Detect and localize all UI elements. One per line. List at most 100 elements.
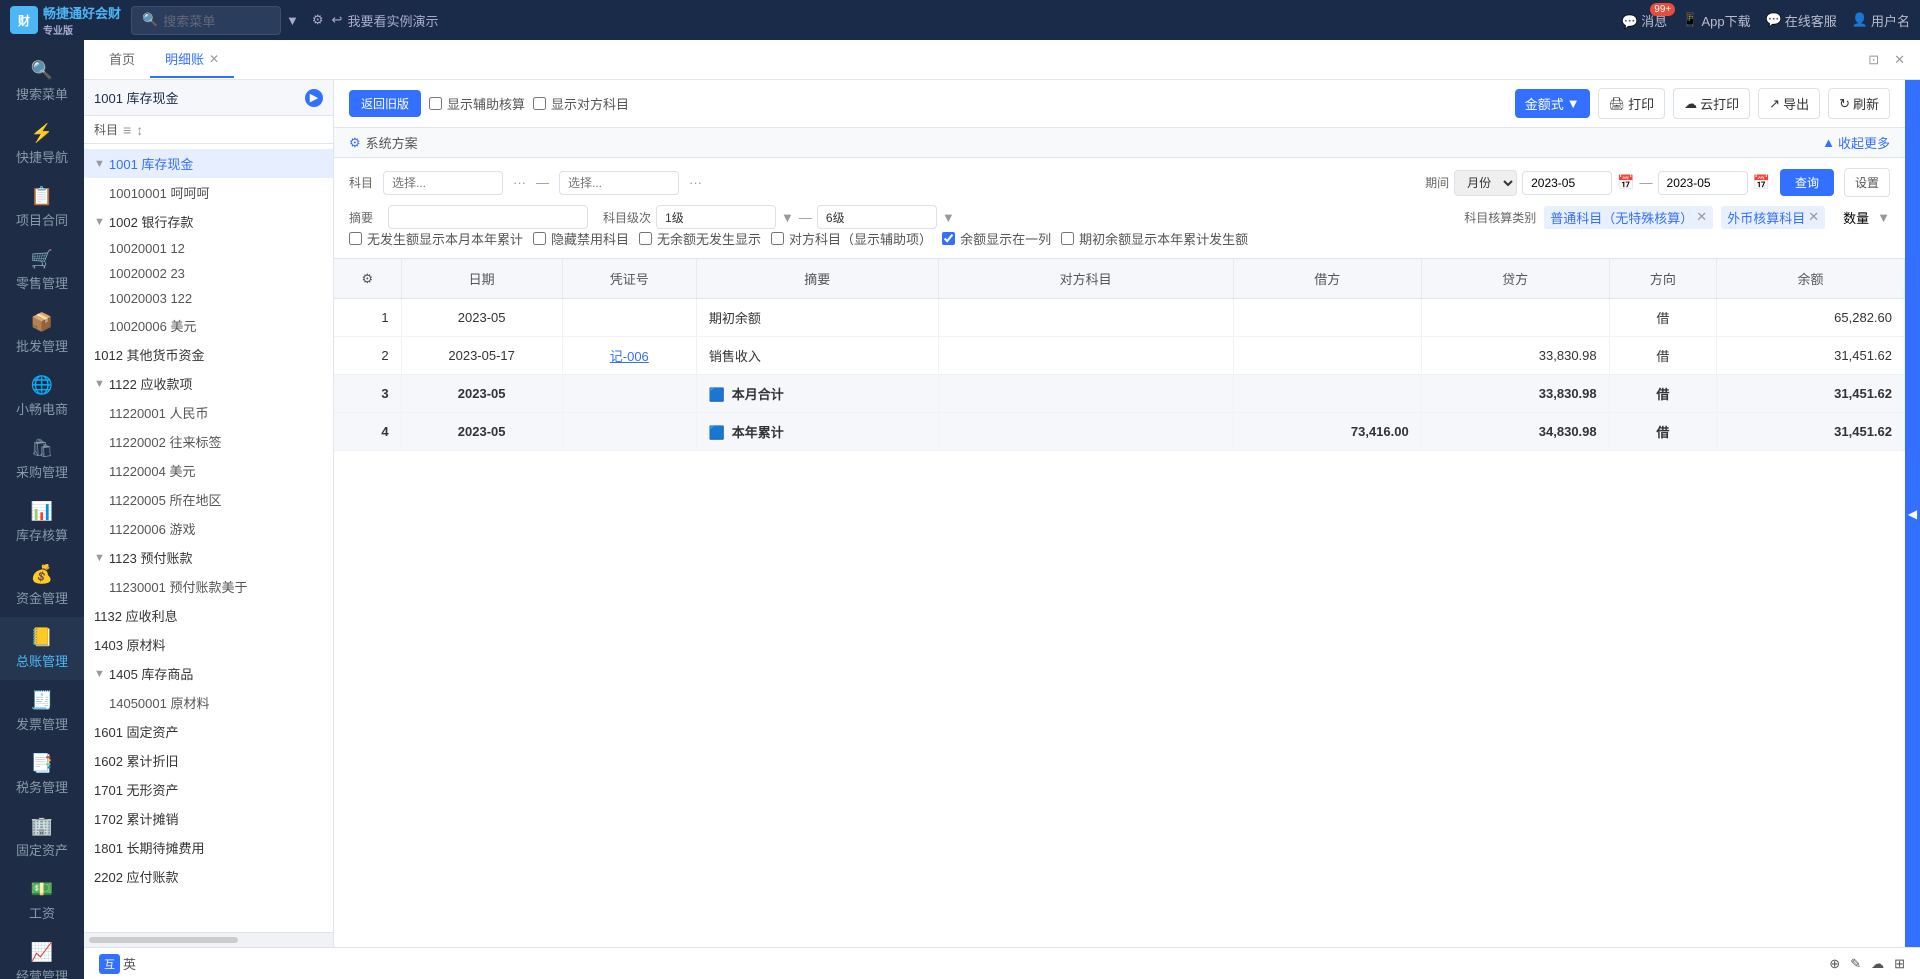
tree-item-1701[interactable]: 1701 无形资产 (84, 775, 333, 804)
tree-item-10020003[interactable]: 10020003 122 (84, 286, 333, 311)
filter-scheme-label: 系统方案 (366, 133, 418, 152)
tree-item-11230001[interactable]: 11230001 预付账款美于 (84, 572, 333, 601)
notification-badge[interactable]: 💬 消息 99+ (1621, 11, 1667, 30)
calendar-from-icon[interactable]: 📅 (1617, 174, 1634, 191)
summary-input[interactable] (388, 205, 588, 229)
tree-item-1702[interactable]: 1702 累计摊销 (84, 804, 333, 833)
tree-item-10010001[interactable]: 10010001 呵呵呵 (84, 178, 333, 207)
show-assist-checkbox[interactable] (429, 97, 442, 110)
level-dropdown-icon[interactable]: ▼ (781, 210, 794, 225)
topbar-gear-icon[interactable]: ⚙ (312, 12, 324, 28)
gear-icon[interactable]: ⚙ (361, 271, 373, 286)
quantity-dropdown-icon[interactable]: ▼ (1877, 210, 1890, 225)
account-nav-btn[interactable]: ▶ (305, 89, 323, 107)
search-btn[interactable]: 查询 (1780, 169, 1834, 196)
tree-item-11220004[interactable]: 11220004 美元 (84, 456, 333, 485)
sidebar-item-invoice[interactable]: 🧾 发票管理 (0, 680, 84, 743)
tab-expand-icon[interactable]: ⊡ (1863, 52, 1884, 68)
amount-mode-btn[interactable]: 金额式 ▼ (1515, 89, 1590, 118)
tree-item-1132[interactable]: 1132 应收利息 (84, 601, 333, 630)
tree-item-10020006[interactable]: 10020006 美元 (84, 311, 333, 340)
period-type-select[interactable]: 月份 (1454, 170, 1517, 196)
sidebar-item-quick-nav[interactable]: ⚡ 快捷导航 (0, 113, 84, 176)
tree-item-1403[interactable]: 1403 原材料 (84, 630, 333, 659)
tree-scrollbar[interactable] (84, 932, 333, 947)
tab-close-detail[interactable]: ✕ (209, 52, 219, 66)
checkbox-opening-year[interactable]: 期初余额显示本年累计发生额 (1061, 229, 1248, 248)
cloud-print-btn[interactable]: ☁ 云打印 (1673, 88, 1750, 119)
tree-item-1002[interactable]: ▼ 1002 银行存款 (84, 207, 333, 236)
return-old-btn[interactable]: 返回旧版 (349, 90, 421, 117)
sidebar-item-ecommerce[interactable]: 🌐 小畅电商 (0, 365, 84, 428)
topbar-search[interactable]: 🔍 搜索菜单 (131, 6, 281, 35)
bottom-item-add[interactable]: ⊕ (1829, 956, 1840, 972)
tag-close-normal[interactable]: ✕ (1696, 209, 1707, 225)
tree-item-1001[interactable]: ▼ 1001 库存现金 (84, 149, 333, 178)
tree-item-2202[interactable]: 2202 应付账款 (84, 862, 333, 891)
checkbox-hide-disabled[interactable]: 隐藏禁用科目 (533, 229, 629, 248)
checkbox-no-balance-year[interactable]: 无发生额显示本月本年累计 (349, 229, 523, 248)
sidebar-item-stock[interactable]: 📊 库存核算 (0, 491, 84, 554)
tab-close-window-icon[interactable]: ✕ (1889, 52, 1910, 68)
tree-item-1801[interactable]: 1801 长期待摊费用 (84, 833, 333, 862)
sidebar-item-tax[interactable]: 📑 税务管理 (0, 743, 84, 806)
sidebar-item-assets[interactable]: 🏢 固定资产 (0, 806, 84, 869)
tree-item-1012[interactable]: 1012 其他货币资金 (84, 340, 333, 369)
tree-item-11220005[interactable]: 11220005 所在地区 (84, 485, 333, 514)
row-balance-3: 31,451.62 (1717, 375, 1905, 413)
bottom-item-translate[interactable]: 互 英 (99, 954, 136, 974)
sidebar-item-operation[interactable]: 📈 经营管理 (0, 932, 84, 979)
sidebar-item-accounting[interactable]: 📒 总账管理 (0, 617, 84, 680)
right-sidebar[interactable]: ◀ (1905, 80, 1920, 947)
sidebar-item-project[interactable]: 📋 项目合同 (0, 176, 84, 239)
app-download-btn[interactable]: 📱 App下载 (1682, 11, 1750, 30)
level-to-dropdown-icon[interactable]: ▼ (942, 210, 955, 225)
tree-item-10020002[interactable]: 10020002 23 (84, 261, 333, 286)
sidebar-item-retail[interactable]: 🛒 零售管理 (0, 239, 84, 302)
tree-item-1123[interactable]: ▼ 1123 预付账款 (84, 543, 333, 572)
show-counter-checkbox[interactable] (533, 97, 546, 110)
user-avatar[interactable]: 👤 用户名 (1852, 11, 1910, 30)
expand-more-btn[interactable]: ▲ 收起更多 (1822, 133, 1890, 152)
subject-to-input[interactable] (559, 171, 679, 195)
period-from-input[interactable] (1522, 171, 1612, 195)
calendar-to-icon[interactable]: 📅 (1753, 174, 1770, 191)
tab-detail[interactable]: 明细账 ✕ (150, 41, 234, 78)
online-service-btn[interactable]: 💬 在线客服 (1766, 11, 1837, 30)
tree-item-1405[interactable]: ▼ 1405 库存商品 (84, 659, 333, 688)
tree-item-1601[interactable]: 1601 固定资产 (84, 717, 333, 746)
bottom-item-cloud[interactable]: ☁ (1871, 956, 1884, 972)
sidebar-item-payroll[interactable]: 💵 工资 (0, 869, 84, 932)
sidebar-item-wholesale[interactable]: 📦 批发管理 (0, 302, 84, 365)
list-view-icon[interactable]: ≡ (123, 122, 131, 138)
bottom-item-edit[interactable]: ✎ (1850, 956, 1861, 972)
sort-icon[interactable]: ↕ (136, 122, 143, 138)
tree-item-11220002[interactable]: 11220002 往来标签 (84, 427, 333, 456)
tag-close-foreign[interactable]: ✕ (1808, 209, 1819, 225)
tree-item-10020001[interactable]: 10020001 12 (84, 236, 333, 261)
bottom-item-grid[interactable]: ⊞ (1894, 956, 1905, 972)
tree-item-11220006[interactable]: 11220006 游戏 (84, 514, 333, 543)
tree-item-11220001[interactable]: 11220001 人民币 (84, 398, 333, 427)
topbar-dropdown-arrow[interactable]: ▼ (286, 13, 299, 28)
refresh-btn[interactable]: ↻ 刷新 (1828, 88, 1890, 119)
tree-item-1602[interactable]: 1602 累计折旧 (84, 746, 333, 775)
print-btn[interactable]: 🖨 打印 (1598, 88, 1666, 119)
voucher-link-2[interactable]: 记-006 (610, 349, 649, 364)
sidebar-item-search[interactable]: 🔍 搜索菜单 (0, 50, 84, 113)
export-btn[interactable]: ↗ 导出 (1758, 88, 1820, 119)
sidebar-item-capital[interactable]: 💰 资金管理 (0, 554, 84, 617)
period-to-input[interactable] (1658, 171, 1748, 195)
checkbox-balance-one-col[interactable]: 余额显示在一列 (942, 229, 1051, 248)
level-to-input[interactable] (817, 205, 937, 229)
setting-btn[interactable]: 设置 (1844, 168, 1890, 197)
topbar-demo[interactable]: ↩ 我要看实例演示 (332, 11, 439, 30)
sidebar-item-purchase[interactable]: 🛍 采购管理 (0, 428, 84, 491)
checkbox-counter-account[interactable]: 对方科目（显示辅助项） (771, 229, 932, 248)
tree-item-1122[interactable]: ▼ 1122 应收款项 (84, 369, 333, 398)
tab-home[interactable]: 首页 (94, 41, 150, 78)
checkbox-no-balance-show[interactable]: 无余额无发生显示 (639, 229, 761, 248)
subject-input[interactable] (383, 171, 503, 195)
level-from-input[interactable] (656, 205, 776, 229)
tree-item-14050001[interactable]: 14050001 原材料 (84, 688, 333, 717)
